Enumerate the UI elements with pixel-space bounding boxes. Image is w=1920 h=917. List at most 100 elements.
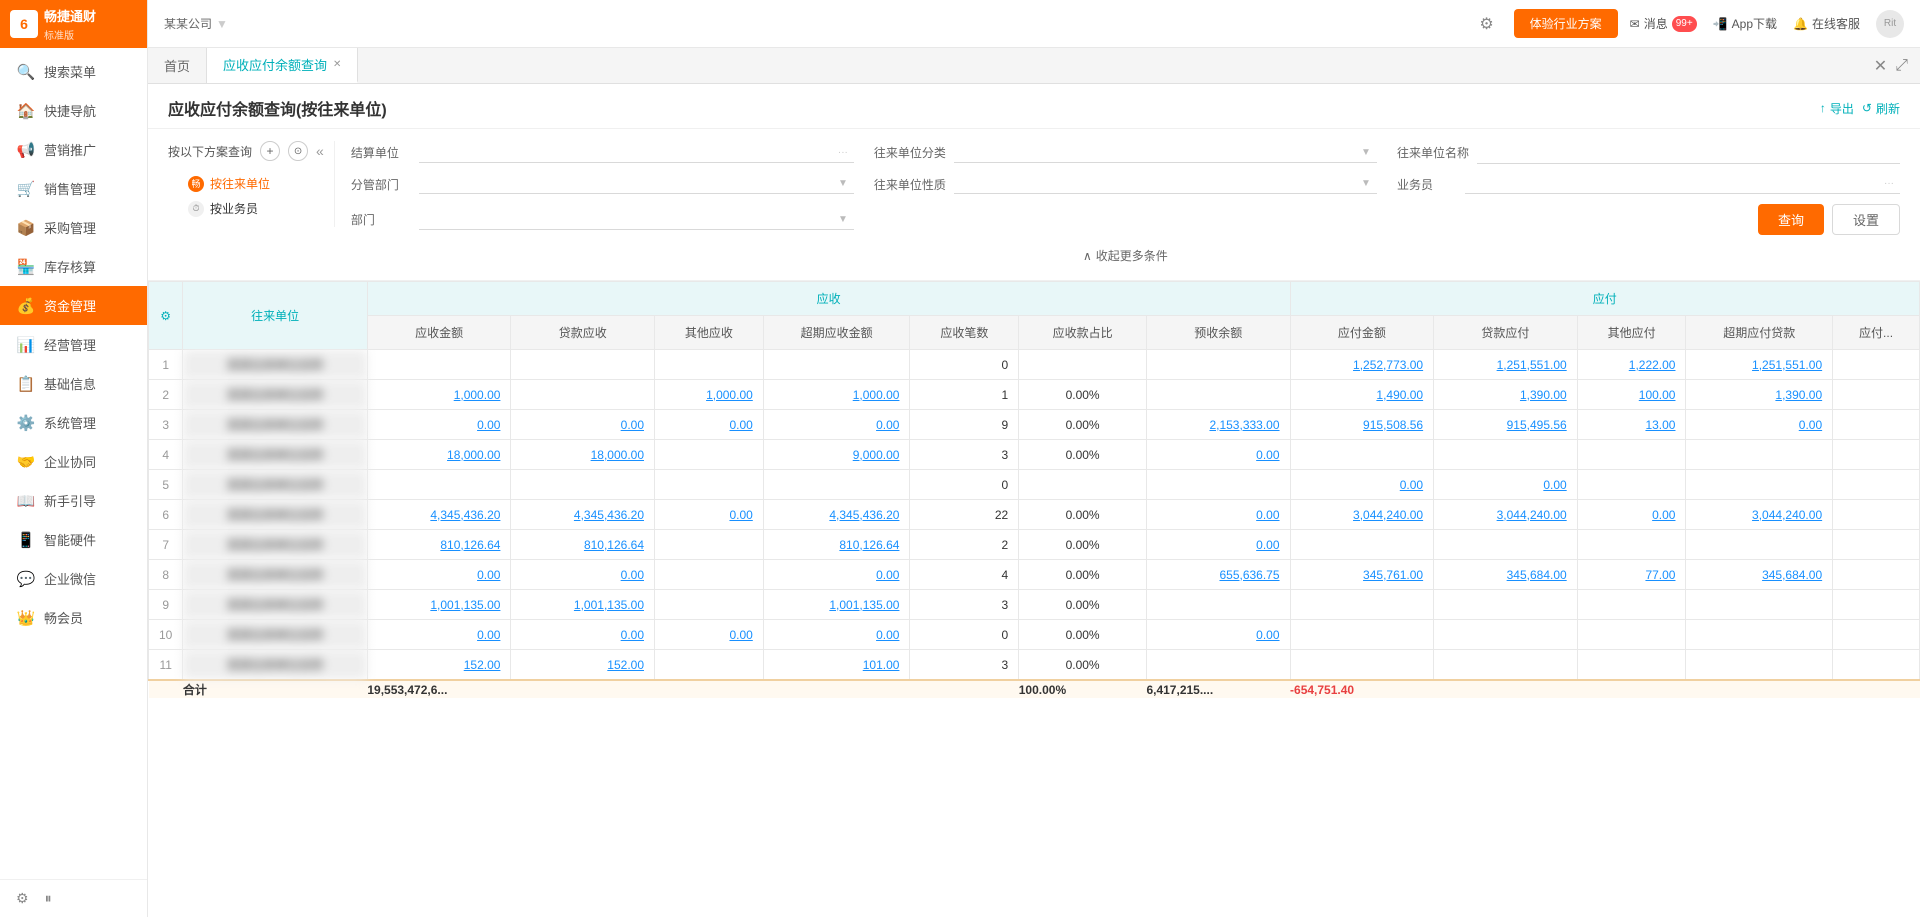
scheme-item-salesperson[interactable]: ⏱ 按业务员 — [188, 198, 324, 219]
jiesuan-dots-icon[interactable]: ··· — [838, 147, 848, 158]
footer-prepay[interactable]: 6,417,215.... — [1146, 680, 1290, 698]
sidebar: 6 畅捷通财 标准版 🔍 搜索菜单 🏠 快捷导航 📢 营销推广 🛒 销售管理 📦… — [0, 0, 148, 917]
company-name: 某某公司 — [164, 15, 212, 32]
fenlei-select[interactable]: ▼ — [954, 143, 1377, 163]
xingzhi-select[interactable]: ▼ — [954, 174, 1377, 194]
col-ap-group-header: 应付 — [1290, 282, 1919, 316]
sidebar-item-label: 营销推广 — [44, 140, 96, 159]
table-row: 7某某往来单位名称810,126.64810,126.64810,126.642… — [149, 530, 1920, 560]
tab-maximize-icon[interactable]: ⤢ — [1895, 57, 1908, 75]
col-overdue-ap: 超期应付贷款 — [1686, 316, 1833, 350]
filter-row-fenlei: 往来单位分类 ▼ — [874, 141, 1377, 164]
collapse-more-label: 收起更多条件 — [1096, 247, 1168, 264]
col-settings[interactable]: ⚙ — [149, 282, 183, 350]
table-row: 2某某往来单位名称1,000.001,000.001,000.0010.00%1… — [149, 380, 1920, 410]
topbar-right: ✉ 消息 99+ 📲 App下载 🔔 在线客服 Rit — [1630, 10, 1904, 38]
filter-add-button[interactable]: + — [260, 141, 280, 161]
tab-home[interactable]: 首页 — [148, 48, 207, 83]
footer-loan-ap — [1434, 680, 1578, 698]
sidebar-item-operation[interactable]: 📊 经营管理 — [0, 325, 147, 364]
sidebar-item-label: 快捷导航 — [44, 101, 96, 120]
col-overdue-ar: 超期应收金额 — [763, 316, 910, 350]
sidebar-item-label: 资金管理 — [44, 296, 96, 315]
sidebar-item-finance[interactable]: 💰 资金管理 — [0, 286, 147, 325]
sidebar-logo: 6 畅捷通财 标准版 — [0, 0, 147, 48]
sidebar-item-inventory[interactable]: 🏪 库存核算 — [0, 247, 147, 286]
operation-icon: 📊 — [16, 336, 36, 354]
sidebar-item-basic[interactable]: 📋 基础信息 — [0, 364, 147, 403]
sidebar-item-search[interactable]: 🔍 搜索菜单 — [0, 52, 147, 91]
set-button[interactable]: 设置 — [1832, 204, 1900, 235]
collapse-more-icon: ∧ — [1083, 249, 1092, 263]
sales-icon: 🛒 — [16, 180, 36, 198]
sidebar-item-marketing[interactable]: 📢 营销推广 — [0, 130, 147, 169]
user-avatar[interactable]: Rit — [1876, 10, 1904, 38]
sidebar-item-label: 搜索菜单 — [44, 62, 96, 81]
sidebar-item-quicknav[interactable]: 🏠 快捷导航 — [0, 91, 147, 130]
bumen-label: 部门 — [351, 211, 411, 228]
sidebar-item-member[interactable]: 👑 畅会员 — [0, 598, 147, 637]
fenguan-label: 分管部门 — [351, 176, 411, 193]
sidebar-item-wechat[interactable]: 💬 企业微信 — [0, 559, 147, 598]
footer-label: 合计 — [183, 680, 367, 698]
collab-icon: 🤝 — [16, 453, 36, 471]
table-row: 1某某往来单位名称01,252,773.001,251,551.001,222.… — [149, 350, 1920, 380]
app-download-label: App下载 — [1732, 15, 1777, 32]
export-icon: ↑ — [1820, 101, 1826, 115]
refresh-button[interactable]: ↺ 刷新 — [1862, 100, 1900, 117]
page-title: 应收应付余额查询(按往来单位) — [168, 96, 387, 120]
trial-button[interactable]: 体验行业方案 — [1514, 9, 1618, 38]
collapse-sidebar-icon[interactable]: ⏸ — [45, 890, 52, 907]
filter-row-yewuyuan: 业务员 ··· — [1397, 174, 1900, 194]
danwei-label: 往来单位名称 — [1397, 144, 1469, 161]
footer-ar-count — [910, 680, 1019, 698]
system-icon: ⚙️ — [16, 414, 36, 432]
tab-arcap[interactable]: 应收应付余额查询 ✕ — [207, 48, 358, 83]
app-download-button[interactable]: 📲 App下载 — [1713, 15, 1777, 32]
footer-ar-total[interactable]: 19,553,472,6... — [367, 680, 511, 698]
filter-collapse-icon[interactable]: « — [316, 143, 324, 159]
table-row: 10某某往来单位名称0.000.000.000.0000.00%0.00 — [149, 620, 1920, 650]
messages-button[interactable]: ✉ 消息 99+ — [1630, 15, 1697, 32]
yewuyuan-dots-icon[interactable]: ··· — [1884, 178, 1894, 189]
export-button[interactable]: ↑ 导出 — [1820, 100, 1854, 117]
jiesuan-label: 结算单位 — [351, 144, 411, 161]
member-icon: 👑 — [16, 609, 36, 627]
search-icon: 🔍 — [16, 63, 36, 81]
sidebar-item-label: 企业微信 — [44, 569, 96, 588]
filter-dots-button[interactable]: ⊙ — [288, 141, 308, 161]
filter-top: 按以下方案查询 + ⊙ « — [168, 141, 324, 161]
online-service-button[interactable]: 🔔 在线客服 — [1793, 15, 1860, 32]
query-button[interactable]: 查询 — [1758, 204, 1824, 235]
settings-bottom-icon[interactable]: ⚙ — [16, 890, 29, 907]
sidebar-item-guide[interactable]: 📖 新手引导 — [0, 481, 147, 520]
bumen-select[interactable]: ▼ — [419, 210, 854, 230]
tab-close-icon[interactable]: ✕ — [333, 59, 341, 70]
sidebar-item-system[interactable]: ⚙️ 系统管理 — [0, 403, 147, 442]
fenguan-select[interactable]: ▼ — [419, 174, 854, 194]
footer-ap-extra — [1833, 680, 1920, 698]
fenlei-dropdown-arrow: ▼ — [1361, 147, 1371, 158]
purchase-icon: 📦 — [16, 219, 36, 237]
sidebar-item-sales[interactable]: 🛒 销售管理 — [0, 169, 147, 208]
danwei-input[interactable] — [1477, 141, 1900, 164]
table-row: 3某某往来单位名称0.000.000.000.0090.00%2,153,333… — [149, 410, 1920, 440]
topbar: 某某公司 ▼ ⚙ 体验行业方案 ✉ 消息 99+ 📲 App下载 🔔 在线客服 … — [148, 0, 1920, 48]
scheme-partner-label: 按往来单位 — [210, 175, 270, 192]
filter-row-jiesuan: 结算单位 ··· — [351, 141, 854, 164]
collapse-more-button[interactable]: ∧ 收起更多条件 — [351, 243, 1900, 268]
marketing-icon: 📢 — [16, 141, 36, 159]
col-other-ar: 其他应收 — [655, 316, 764, 350]
col-ar-group-header: 应收 — [367, 282, 1290, 316]
sidebar-item-purchase[interactable]: 📦 采购管理 — [0, 208, 147, 247]
scheme-partner-icon: 畅 — [188, 176, 204, 192]
filter-schemes: 畅 按往来单位 ⏱ 按业务员 — [188, 173, 324, 219]
scheme-item-partner[interactable]: 畅 按往来单位 — [188, 173, 324, 194]
sidebar-item-hardware[interactable]: 📱 智能硬件 — [0, 520, 147, 559]
tab-close-all-icon[interactable]: ✕ — [1874, 56, 1887, 76]
xingzhi-dropdown-arrow: ▼ — [1361, 178, 1371, 189]
sidebar-item-collab[interactable]: 🤝 企业协同 — [0, 442, 147, 481]
col-loan-ar: 贷款应收 — [511, 316, 655, 350]
settings-icon[interactable]: ⚙ — [1479, 14, 1493, 34]
sidebar-item-label: 企业协同 — [44, 452, 96, 471]
